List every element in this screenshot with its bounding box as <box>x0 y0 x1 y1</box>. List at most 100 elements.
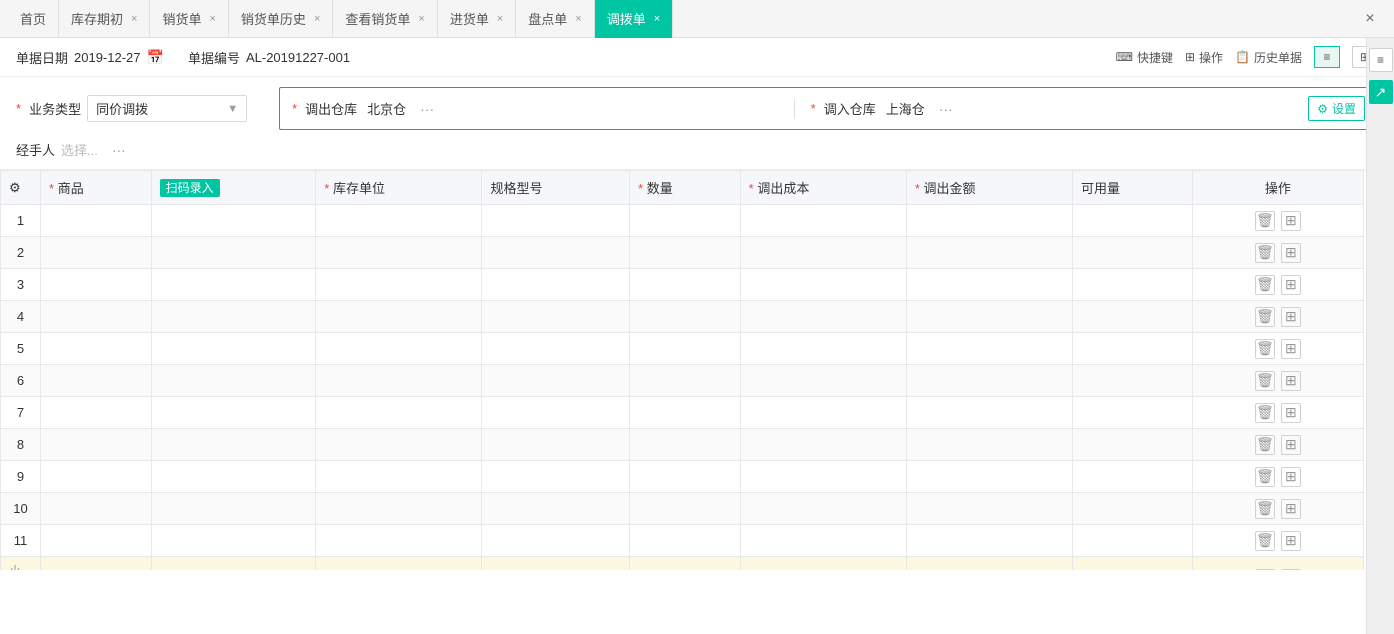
cell-qty[interactable] <box>630 205 741 237</box>
cell-goods[interactable] <box>41 365 152 397</box>
copy-row-button[interactable]: ⊞ <box>1281 307 1301 327</box>
tab-sales-order[interactable]: 销货单 × <box>150 0 228 38</box>
delete-row-button[interactable]: 🗑 <box>1255 499 1275 519</box>
cell-amount[interactable] <box>906 237 1072 269</box>
cell-qty[interactable] <box>630 493 741 525</box>
cell-amount[interactable] <box>906 333 1072 365</box>
cell-amount[interactable] <box>906 269 1072 301</box>
cell-goods[interactable] <box>41 429 152 461</box>
delete-row-button[interactable]: 🗑 <box>1255 371 1275 391</box>
cell-amount[interactable] <box>906 429 1072 461</box>
delete-row-button[interactable]: 🗑 <box>1255 403 1275 423</box>
cell-amount[interactable] <box>906 525 1072 557</box>
cell-qty[interactable] <box>630 461 741 493</box>
cell-amount[interactable] <box>906 397 1072 429</box>
cell-spec[interactable] <box>482 461 630 493</box>
tab-stock-init[interactable]: 库存期初 × <box>59 0 150 38</box>
cell-amount[interactable] <box>906 461 1072 493</box>
delete-row-button[interactable]: 🗑 <box>1255 467 1275 487</box>
cell-qty[interactable] <box>630 301 741 333</box>
tab-inventory-close[interactable]: × <box>575 13 581 25</box>
cell-cost[interactable] <box>740 301 906 333</box>
tab-sales-history[interactable]: 销货单历史 × <box>229 0 333 38</box>
operate-link[interactable]: ⊞ 操作 <box>1185 49 1223 66</box>
transfer-out-more-button[interactable]: ··· <box>420 101 434 117</box>
delete-row-button[interactable]: 🗑 <box>1255 211 1275 231</box>
cell-unit[interactable] <box>316 205 482 237</box>
subtotal-delete-button[interactable]: 🗑 <box>1255 569 1275 570</box>
cell-spec[interactable] <box>482 397 630 429</box>
settings-button[interactable]: ⚙ 设置 <box>1308 96 1365 121</box>
cell-cost[interactable] <box>740 429 906 461</box>
copy-row-button[interactable]: ⊞ <box>1281 371 1301 391</box>
cell-goods[interactable] <box>41 301 152 333</box>
th-gear[interactable]: ⚙ <box>1 171 41 205</box>
cell-goods[interactable] <box>41 205 152 237</box>
cell-unit[interactable] <box>316 237 482 269</box>
cell-amount[interactable] <box>906 205 1072 237</box>
cell-goods[interactable] <box>41 397 152 429</box>
tab-transfer-close[interactable]: × <box>654 13 660 25</box>
shortcut-link[interactable]: ⌨ 快捷键 <box>1116 49 1173 66</box>
cell-unit[interactable] <box>316 333 482 365</box>
cell-goods[interactable] <box>41 237 152 269</box>
cell-qty[interactable] <box>630 429 741 461</box>
copy-row-button[interactable]: ⊞ <box>1281 243 1301 263</box>
cell-amount[interactable] <box>906 365 1072 397</box>
tab-purchase-close[interactable]: × <box>497 13 503 25</box>
tab-sales-order-close[interactable]: × <box>209 13 215 25</box>
calendar-icon[interactable]: 📅 <box>147 49 164 66</box>
cell-amount[interactable] <box>906 493 1072 525</box>
biz-type-select[interactable]: 同价调拨 ▼ <box>87 95 247 122</box>
cell-amount[interactable] <box>906 301 1072 333</box>
cell-goods[interactable] <box>41 461 152 493</box>
cell-goods[interactable] <box>41 333 152 365</box>
delete-row-button[interactable]: 🗑 <box>1255 435 1275 455</box>
subtotal-copy-button[interactable]: ⊞ <box>1281 569 1301 570</box>
cell-spec[interactable] <box>482 269 630 301</box>
cell-unit[interactable] <box>316 493 482 525</box>
cell-unit[interactable] <box>316 461 482 493</box>
cell-unit[interactable] <box>316 429 482 461</box>
layout-list-button[interactable]: ≡ <box>1314 46 1340 68</box>
cell-goods[interactable] <box>41 525 152 557</box>
copy-row-button[interactable]: ⊞ <box>1281 499 1301 519</box>
copy-row-button[interactable]: ⊞ <box>1281 467 1301 487</box>
delete-row-button[interactable]: 🗑 <box>1255 243 1275 263</box>
tab-stock-init-close[interactable]: × <box>131 13 137 25</box>
copy-row-button[interactable]: ⊞ <box>1281 339 1301 359</box>
tab-view-sales[interactable]: 查看销货单 × <box>333 0 437 38</box>
cell-unit[interactable] <box>316 269 482 301</box>
cell-cost[interactable] <box>740 365 906 397</box>
delete-row-button[interactable]: 🗑 <box>1255 339 1275 359</box>
cell-cost[interactable] <box>740 237 906 269</box>
cell-cost[interactable] <box>740 461 906 493</box>
transfer-in-more-button[interactable]: ··· <box>939 101 953 117</box>
cell-unit[interactable] <box>316 397 482 429</box>
cell-cost[interactable] <box>740 333 906 365</box>
delete-row-button[interactable]: 🗑 <box>1255 307 1275 327</box>
cell-qty[interactable] <box>630 525 741 557</box>
cell-qty[interactable] <box>630 365 741 397</box>
cell-spec[interactable] <box>482 301 630 333</box>
cell-unit[interactable] <box>316 301 482 333</box>
tab-home[interactable]: 首页 <box>8 0 59 38</box>
window-close-button[interactable]: × <box>1354 3 1386 35</box>
cell-spec[interactable] <box>482 493 630 525</box>
cell-spec[interactable] <box>482 205 630 237</box>
copy-row-button[interactable]: ⊞ <box>1281 211 1301 231</box>
cell-spec[interactable] <box>482 429 630 461</box>
cell-spec[interactable] <box>482 525 630 557</box>
tab-inventory[interactable]: 盘点单 × <box>516 0 594 38</box>
rt-list-button[interactable]: ≡ <box>1369 48 1393 72</box>
history-link[interactable]: 📋 历史单据 <box>1235 49 1302 66</box>
cell-cost[interactable] <box>740 493 906 525</box>
tab-view-sales-close[interactable]: × <box>418 13 424 25</box>
delete-row-button[interactable]: 🗑 <box>1255 275 1275 295</box>
copy-row-button[interactable]: ⊞ <box>1281 275 1301 295</box>
tab-sales-history-close[interactable]: × <box>314 13 320 25</box>
person-select[interactable]: 选择... <box>61 140 98 159</box>
cell-qty[interactable] <box>630 333 741 365</box>
cell-spec[interactable] <box>482 365 630 397</box>
copy-row-button[interactable]: ⊞ <box>1281 435 1301 455</box>
